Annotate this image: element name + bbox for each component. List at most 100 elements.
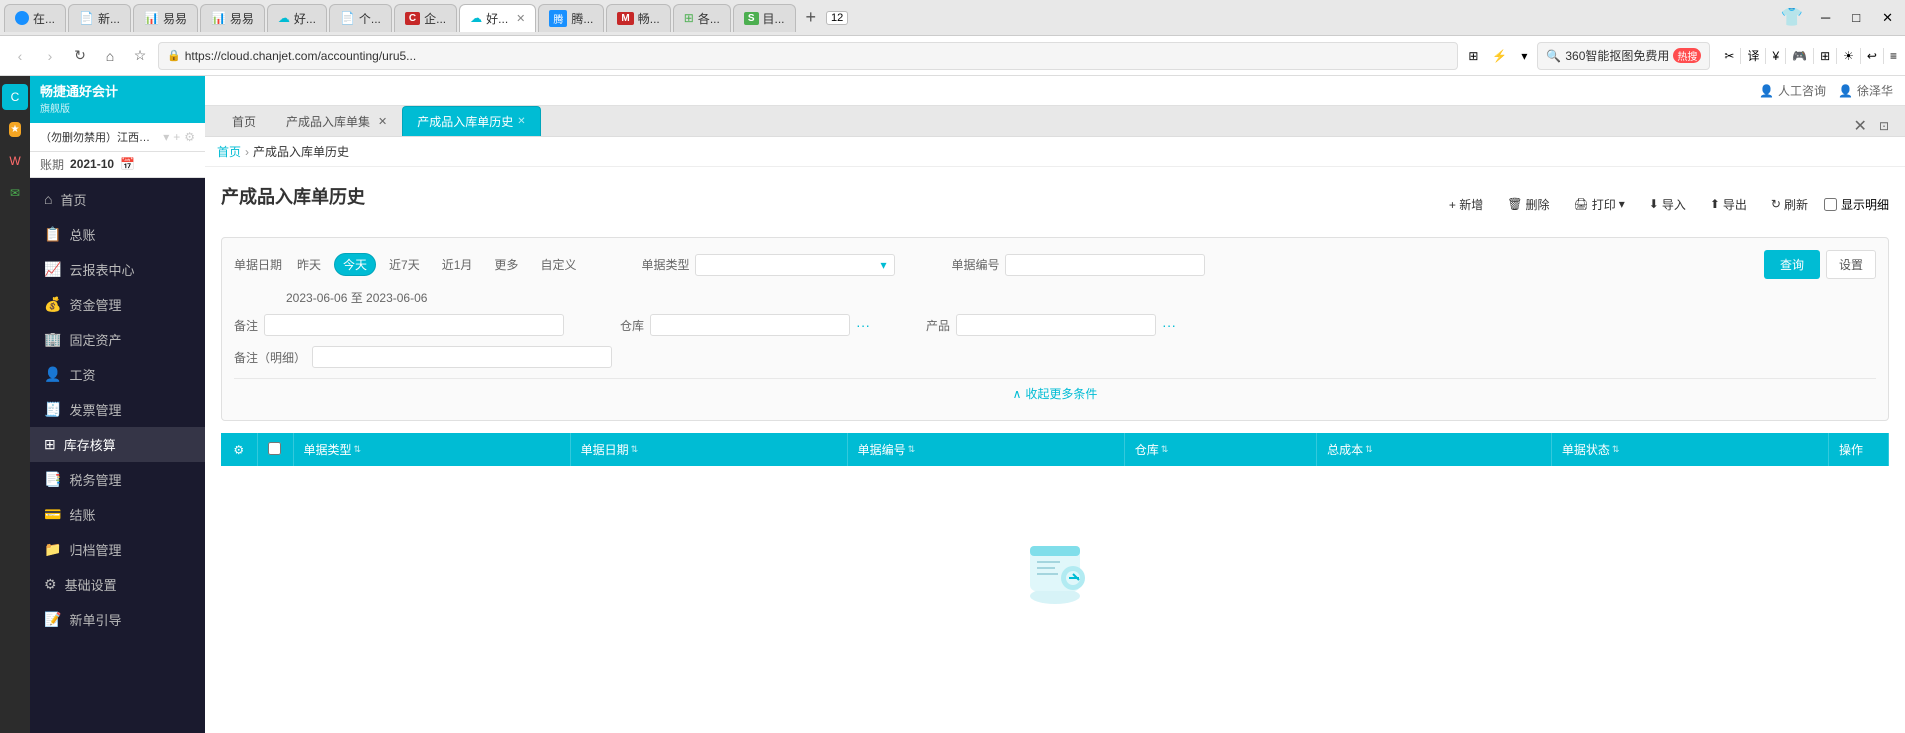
detail-remark-input[interactable] [312,346,612,368]
maximize-button[interactable]: □ [1844,10,1868,25]
date-chip-7days[interactable]: 近7天 [380,253,429,276]
th-bill-status[interactable]: 单据状态 ⇅ [1551,433,1828,466]
browser-tab-8[interactable]: ☁ 好... ✕ [459,4,536,32]
th-total-cost[interactable]: 总成本 ⇅ [1317,433,1552,466]
product-more-icon[interactable]: ··· [1162,317,1176,333]
tab4-icon: 📊 [211,11,226,25]
sidebar-item-salary-label: 工资 [69,365,95,384]
date-chip-custom[interactable]: 自定义 [531,253,585,276]
select-all-checkbox[interactable] [268,442,281,455]
browser-tab-6[interactable]: 📄 个... [329,4,392,32]
show-detail-input[interactable] [1824,198,1837,211]
page-tab-home[interactable]: 首页 [217,106,271,136]
page-tab-bill-history-close[interactable]: ✕ [517,116,525,127]
minimize-button[interactable]: ─ [1813,10,1838,25]
user-avatar[interactable]: 👤 徐泽华 [1838,82,1893,99]
panel-close-icon[interactable]: ✕ [1846,116,1875,136]
breadcrumb: 首页 › 产成品入库单历史 [205,137,1905,167]
sidebar-item-ledger[interactable]: 📋 总账 [30,217,205,252]
sidebar-item-inventory[interactable]: ⊞ 库存核算 [30,427,205,462]
top-header: 👤 人工咨询 👤 徐泽华 [205,76,1905,106]
sidebar-item-newbill[interactable]: 📝 新单引导 [30,602,205,637]
import-button[interactable]: ⬇ 导入 [1641,192,1694,217]
th-warehouse[interactable]: 仓库 ⇅ [1124,433,1316,466]
quick-action-1[interactable]: ★ [2,116,28,142]
panel-expand-icon[interactable]: ⊡ [1875,119,1893,133]
forward-button[interactable]: › [38,44,62,68]
settings-icon[interactable]: ⚙ [184,130,195,144]
delete-button[interactable]: 🗑 删除 [1499,192,1557,217]
warehouse-more-icon[interactable]: ··· [856,317,870,333]
bill-type-select[interactable]: ▾ [695,254,895,276]
tab7-label: 企... [424,10,446,27]
action-toolbar: + 新增 🗑 删除 🖨 打印 ▾ ⬇ 导入 [1441,192,1889,217]
search-box[interactable]: 🔍 360智能抠图免费用 热搜 [1537,42,1710,70]
sidebar-item-archive[interactable]: 📁 归档管理 [30,532,205,567]
sidebar-item-tax[interactable]: 📑 税务管理 [30,462,205,497]
quick-action-2[interactable]: W [2,148,28,174]
setting-button[interactable]: 设置 [1826,250,1876,279]
shirt-icon: 👕 [1777,7,1807,28]
page-tab-bill-list-close[interactable]: ✕ [378,115,387,128]
add-button[interactable]: + 新增 [1441,192,1491,217]
product-input[interactable] [956,314,1156,336]
browser-tab-12[interactable]: S 目... [733,4,796,32]
collapse-bar[interactable]: ∧ 收起更多条件 [234,378,1876,408]
browser-tab-1[interactable]: 在... [4,4,66,32]
extensions-button[interactable]: ⊞ [1464,49,1482,63]
tab8-close-icon[interactable]: ✕ [516,12,525,25]
browser-tab-10[interactable]: M 畅... [606,4,670,32]
close-window-button[interactable]: ✕ [1874,10,1901,26]
back-button[interactable]: ‹ [8,44,32,68]
browser-tab-9[interactable]: 腾 腾... [538,4,604,32]
sidebar-item-report[interactable]: 📈 云报表中心 [30,252,205,287]
th-bill-no[interactable]: 单据编号 ⇅ [847,433,1124,466]
sidebar-item-fixed[interactable]: 🏢 固定资产 [30,322,205,357]
add-company-icon[interactable]: + [173,130,180,144]
browser-tab-11[interactable]: ⊞ 各... [673,4,731,32]
url-bar[interactable]: 🔒 https://cloud.chanjet.com/accounting/u… [158,42,1458,70]
lightning-button[interactable]: ⚡ [1488,49,1511,63]
date-chip-today[interactable]: 今天 [334,253,376,276]
page-tab-bill-history[interactable]: 产成品入库单历史 ✕ [402,106,540,136]
sidebar-item-checkout[interactable]: 💳 结账 [30,497,205,532]
new-tab-button[interactable]: + [798,7,825,28]
breadcrumb-home[interactable]: 首页 [217,143,241,160]
sidebar-item-salary[interactable]: 👤 工资 [30,357,205,392]
warehouse-input[interactable] [650,314,850,336]
query-button[interactable]: 查询 [1764,250,1820,279]
browser-tab-2[interactable]: 📄 新... [68,4,131,32]
date-chip-1month[interactable]: 近1月 [433,253,482,276]
th-bill-type[interactable]: 单据类型 ⇅ [293,433,570,466]
bill-no-input[interactable] [1005,254,1205,276]
app-logo[interactable]: C [2,84,28,110]
refresh-button[interactable]: ↻ 刷新 [1763,192,1816,217]
sidebar-item-inventory-label: 库存核算 [64,435,116,454]
sidebar-item-home[interactable]: ⌂ 首页 [30,182,205,217]
sidebar-item-invoice[interactable]: 🧾 发票管理 [30,392,205,427]
refresh-browser-button[interactable]: ↻ [68,44,92,68]
browser-tab-5[interactable]: ☁ 好... [267,4,327,32]
browser-tab-3[interactable]: 📊 易易 [133,4,198,32]
sidebar-item-settings[interactable]: ⚙ 基础设置 [30,567,205,602]
bookmark-button[interactable]: ☆ [128,44,152,68]
date-chip-more[interactable]: 更多 [485,253,527,276]
browser-tab-4[interactable]: 📊 易易 [200,4,265,32]
home-browser-button[interactable]: ⌂ [98,44,122,68]
print-button[interactable]: 🖨 打印 ▾ [1565,192,1632,217]
calendar-icon[interactable]: 📅 [120,157,135,171]
remark-input[interactable] [264,314,564,336]
th-checkbox[interactable] [257,433,293,466]
browser-tab-7[interactable]: C 企... [394,4,457,32]
page-tab-bill-list[interactable]: 产成品入库单集 ✕ [271,106,402,136]
date-chip-yesterday[interactable]: 昨天 [288,253,330,276]
export-button[interactable]: ⬆ 导出 [1702,192,1755,217]
th-gear[interactable]: ⚙ [221,433,257,466]
show-detail-checkbox[interactable]: 显示明细 [1824,196,1889,213]
sidebar-item-fund[interactable]: 💰 资金管理 [30,287,205,322]
user-service-button[interactable]: 👤 人工咨询 [1759,82,1826,99]
quick-action-3[interactable]: ✉ [2,180,28,206]
th-bill-date[interactable]: 单据日期 ⇅ [570,433,847,466]
dropdown-button[interactable]: ▾ [1517,49,1531,63]
company-selector[interactable]: （勿删勿禁用）江西服宝测试专用 ▾ + ⚙ [30,123,205,152]
